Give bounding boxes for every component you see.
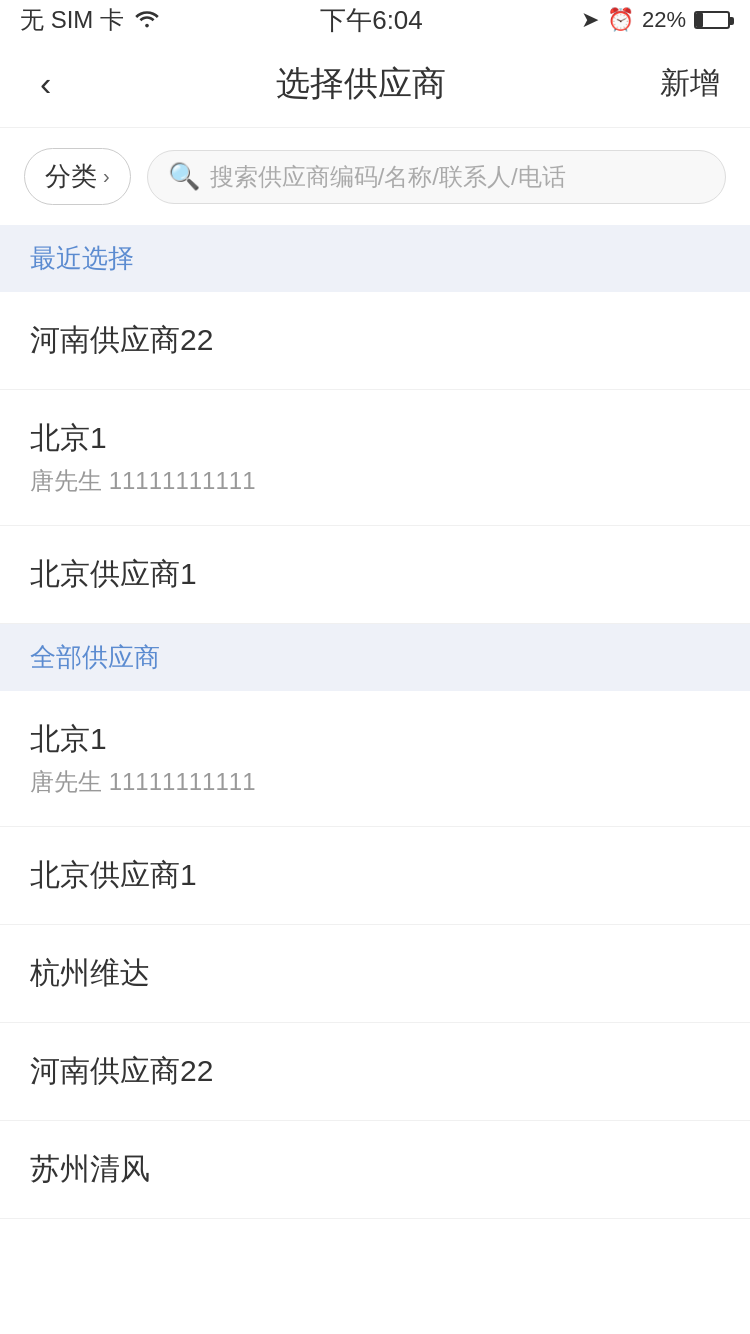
item-name: 苏州清风 (30, 1149, 720, 1190)
back-button[interactable]: ‹ (30, 54, 61, 113)
battery-icon (694, 11, 730, 29)
list-item[interactable]: 北京供应商1 (0, 827, 750, 925)
chevron-right-icon: › (103, 165, 110, 188)
battery-level: 22% (642, 7, 686, 33)
list-item[interactable]: 河南供应商22 (0, 292, 750, 390)
item-sub: 唐先生 11111111111 (30, 766, 720, 798)
all-items-list: 北京1 唐先生 11111111111 北京供应商1 杭州维达 河南供应商22 … (0, 691, 750, 1219)
search-box[interactable]: 🔍 搜索供应商编码/名称/联系人/电话 (147, 150, 726, 204)
status-right: ➤ ⏰ 22% (581, 7, 730, 33)
status-bar: 无 SIM 卡 下午6:04 ➤ ⏰ 22% (0, 0, 750, 40)
list-item[interactable]: 北京供应商1 (0, 526, 750, 624)
nav-bar: ‹ 选择供应商 新增 (0, 40, 750, 128)
item-name: 北京供应商1 (30, 855, 720, 896)
filter-bar: 分类 › 🔍 搜索供应商编码/名称/联系人/电话 (0, 128, 750, 225)
location-icon: ➤ (581, 7, 599, 33)
item-name: 杭州维达 (30, 953, 720, 994)
status-time: 下午6:04 (320, 3, 423, 38)
list-item[interactable]: 杭州维达 (0, 925, 750, 1023)
list-item[interactable]: 河南供应商22 (0, 1023, 750, 1121)
item-name: 北京1 (30, 719, 720, 760)
wifi-icon (132, 6, 162, 34)
alarm-icon: ⏰ (607, 7, 634, 33)
page-title: 选择供应商 (276, 61, 446, 107)
list-item[interactable]: 北京1 唐先生 11111111111 (0, 390, 750, 526)
list-item[interactable]: 苏州清风 (0, 1121, 750, 1219)
search-placeholder: 搜索供应商编码/名称/联系人/电话 (210, 161, 566, 193)
sim-status: 无 SIM 卡 (20, 4, 124, 36)
new-action-button[interactable]: 新增 (660, 63, 720, 104)
recent-items-list: 河南供应商22 北京1 唐先生 11111111111 北京供应商1 (0, 292, 750, 624)
all-section-header: 全部供应商 (0, 624, 750, 691)
status-left: 无 SIM 卡 (20, 4, 162, 36)
item-sub: 唐先生 11111111111 (30, 465, 720, 497)
item-name: 河南供应商22 (30, 1051, 720, 1092)
item-name: 北京供应商1 (30, 554, 720, 595)
search-icon: 🔍 (168, 161, 200, 192)
recent-section-header: 最近选择 (0, 225, 750, 292)
item-name: 北京1 (30, 418, 720, 459)
category-label: 分类 (45, 159, 97, 194)
item-name: 河南供应商22 (30, 320, 720, 361)
list-item[interactable]: 北京1 唐先生 11111111111 (0, 691, 750, 827)
category-button[interactable]: 分类 › (24, 148, 131, 205)
